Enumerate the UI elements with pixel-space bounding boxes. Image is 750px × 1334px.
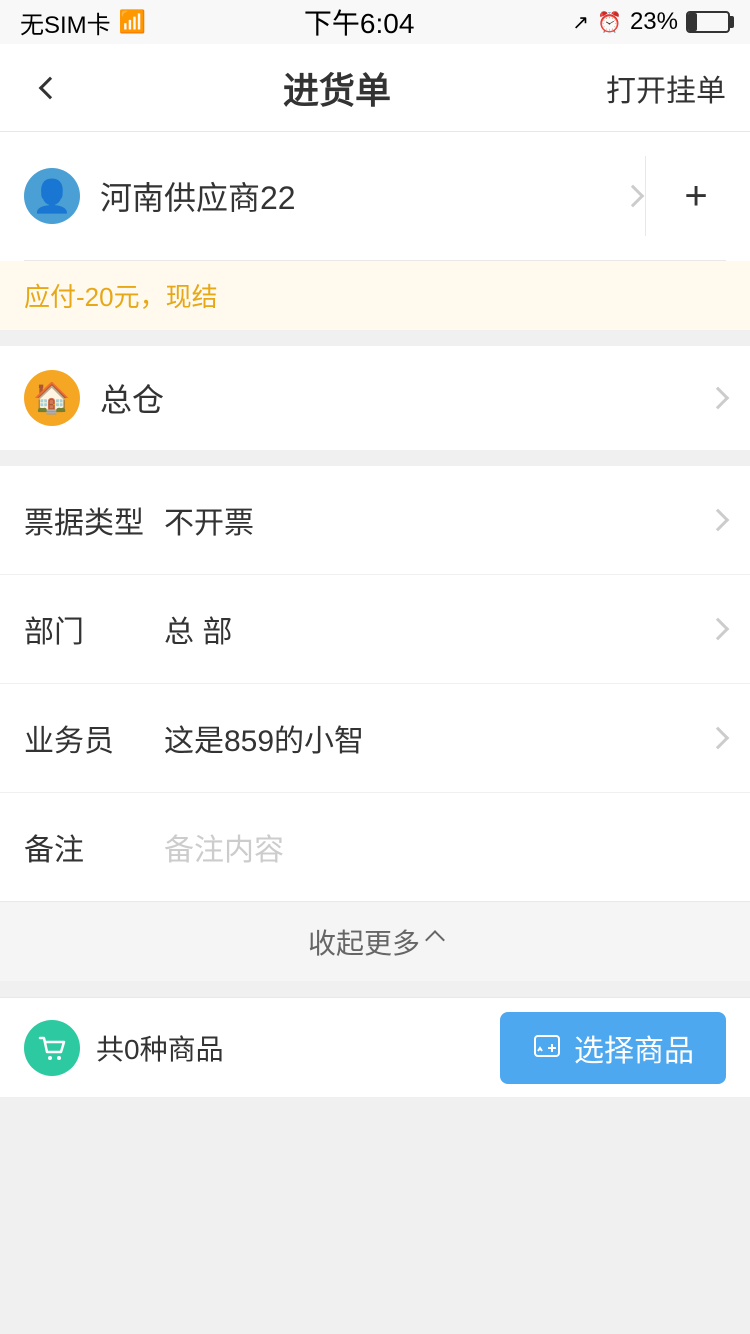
status-bar: 无SIM卡 📶 下午6:04 ↗ ⏰ 23% [0, 0, 750, 44]
supplier-row[interactable]: 👤 河南供应商22 + [24, 132, 726, 261]
supplier-chevron-icon [622, 185, 645, 208]
salesperson-row[interactable]: 业务员 这是859的小智 [0, 683, 750, 792]
collapse-bar[interactable]: 收起更多 [0, 901, 750, 981]
invoice-type-row[interactable]: 票据类型 不开票 [0, 466, 750, 574]
product-cart-icon [24, 1020, 80, 1076]
invoice-type-chevron-icon [707, 509, 730, 532]
divider [645, 156, 646, 236]
location-icon: ↗ [572, 10, 589, 35]
warehouse-card: 🏠 总仓 [0, 346, 750, 450]
status-left: 无SIM卡 📶 [20, 5, 146, 40]
salesperson-chevron-icon [707, 727, 730, 750]
remark-input[interactable]: 备注内容 [164, 825, 726, 869]
gap-3 [0, 981, 750, 997]
wifi-icon: 📶 [119, 9, 146, 35]
alarm-icon: ⏰ [597, 10, 622, 35]
time-label: 下午6:04 [304, 2, 415, 42]
page-title: 进货单 [283, 62, 391, 114]
product-count-text: 共0种商品 [96, 1028, 500, 1068]
form-section: 票据类型 不开票 部门 总 部 业务员 这是859的小智 备注 备注内容 收起更… [0, 466, 750, 981]
select-product-button[interactable]: 选择商品 [500, 1012, 726, 1084]
gap-2 [0, 450, 750, 466]
open-pending-button[interactable]: 打开挂单 [606, 66, 726, 110]
select-product-label: 选择商品 [574, 1026, 694, 1070]
warehouse-icon: 🏠 [24, 370, 80, 426]
warehouse-row[interactable]: 🏠 总仓 [24, 346, 726, 450]
salesperson-label: 业务员 [24, 716, 164, 760]
department-value: 总 部 [164, 607, 698, 651]
invoice-type-value: 不开票 [164, 498, 698, 542]
battery-percent: 23% [630, 8, 678, 36]
warehouse-name: 总仓 [100, 375, 698, 421]
remark-row[interactable]: 备注 备注内容 [0, 792, 750, 901]
supplier-avatar: 👤 [24, 168, 80, 224]
supplier-card: 👤 河南供应商22 + [0, 132, 750, 261]
gap-1 [0, 330, 750, 346]
nav-bar: 进货单 打开挂单 [0, 44, 750, 132]
warehouse-section: 🏠 总仓 [0, 346, 750, 450]
supplier-section: 👤 河南供应商22 + 应付-20元，现结 [0, 132, 750, 330]
collapse-label: 收起更多 [308, 922, 420, 962]
salesperson-value: 这是859的小智 [164, 716, 698, 760]
department-row[interactable]: 部门 总 部 [0, 574, 750, 683]
invoice-type-label: 票据类型 [24, 498, 164, 542]
status-right: ↗ ⏰ 23% [572, 8, 730, 36]
avatar-icon: 👤 [32, 177, 72, 215]
back-arrow-icon [39, 76, 62, 99]
carrier-label: 无SIM卡 [20, 5, 111, 40]
add-button[interactable]: + [666, 166, 726, 226]
department-label: 部门 [24, 607, 164, 651]
remark-label: 备注 [24, 825, 164, 869]
notice-text: 应付-20元，现结 [24, 282, 218, 312]
chevron-up-icon [425, 930, 445, 950]
warehouse-chevron-icon [707, 387, 730, 410]
bottom-bar: 共0种商品 选择商品 [0, 997, 750, 1097]
department-chevron-icon [707, 618, 730, 641]
battery-icon [686, 11, 730, 33]
main-content: 👤 河南供应商22 + 应付-20元，现结 🏠 总仓 票据 [0, 132, 750, 1334]
notice-bar: 应付-20元，现结 [0, 261, 750, 330]
back-button[interactable] [24, 66, 68, 110]
supplier-name: 河南供应商22 [100, 173, 613, 219]
